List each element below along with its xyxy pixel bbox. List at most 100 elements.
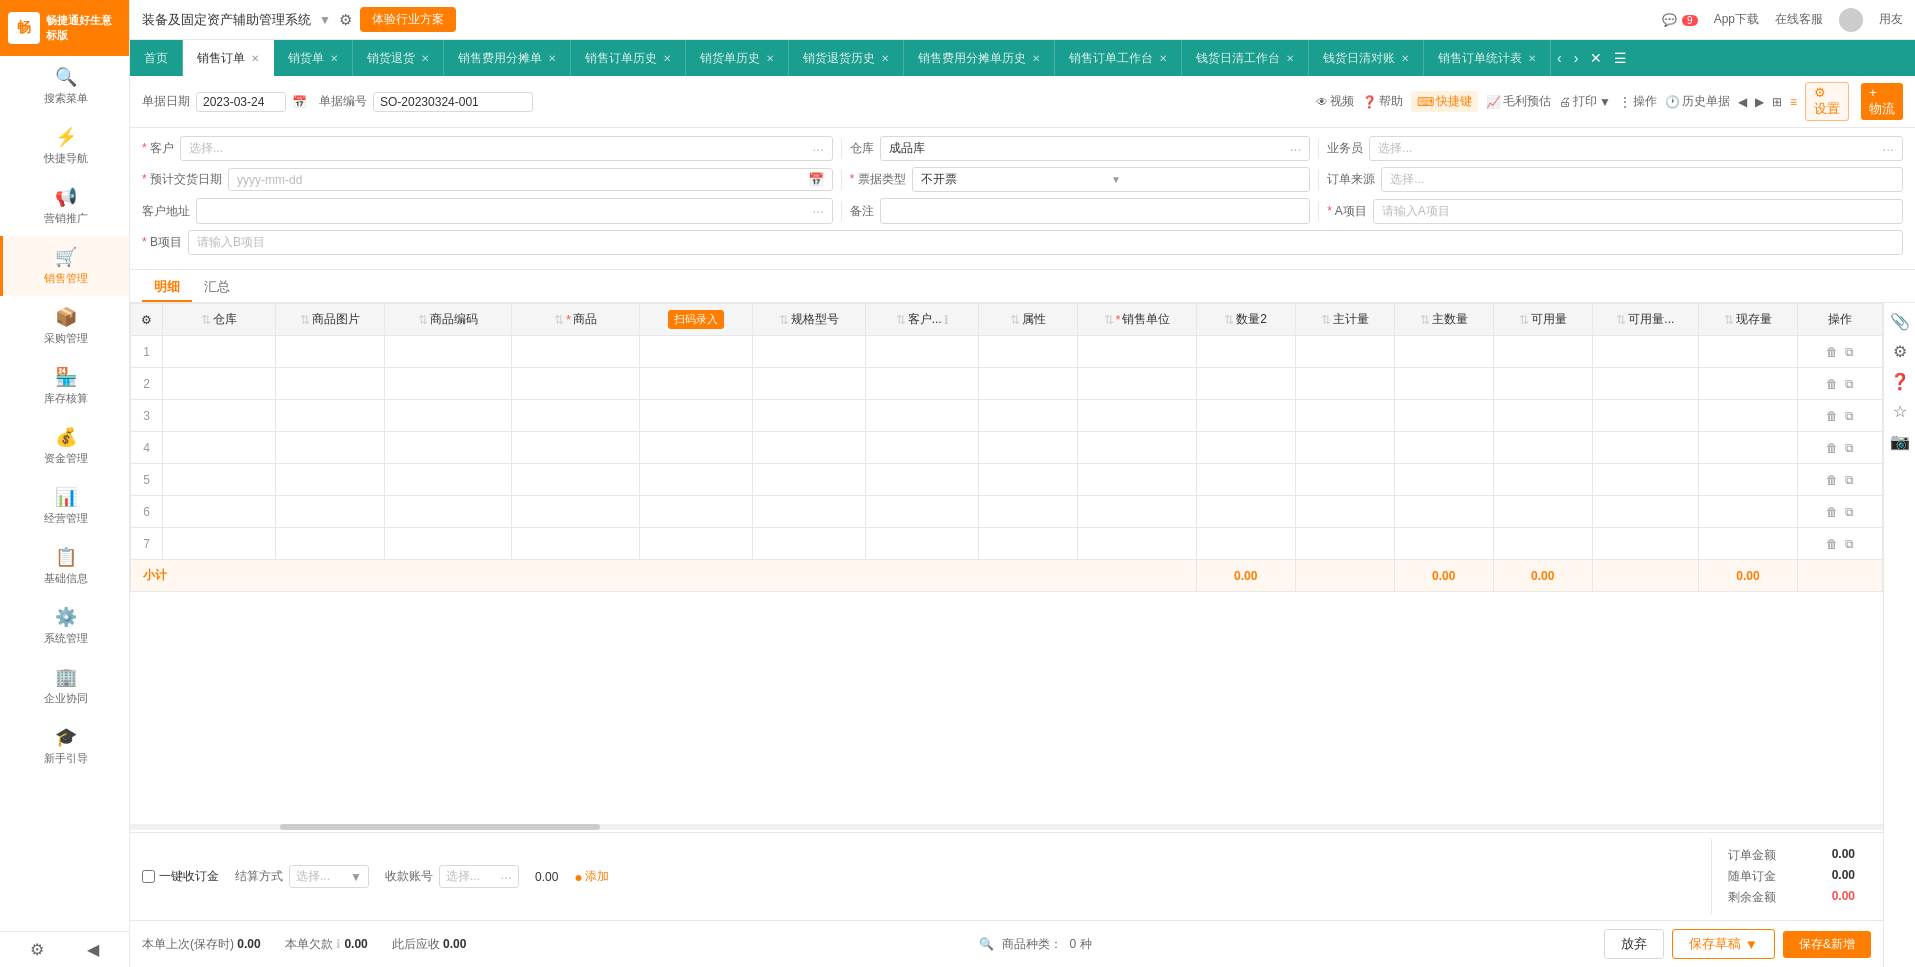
row-5-unit[interactable]	[1078, 464, 1196, 496]
customer-input[interactable]: 选择...	[189, 140, 810, 157]
col-spec[interactable]: ⇅ 规格型号	[752, 304, 865, 336]
row-4-customer-code[interactable]	[866, 432, 979, 464]
nav-next-btn[interactable]: ▶	[1755, 95, 1764, 109]
row-3-customer-code[interactable]	[866, 400, 979, 432]
tab-sales-return-close[interactable]: ✕	[421, 53, 429, 64]
scan-button[interactable]: 扫码录入	[668, 310, 724, 329]
sidebar-item-inventory[interactable]: 🏪 库存核算	[0, 356, 129, 416]
row-7-delete-icon[interactable]: 🗑	[1826, 537, 1838, 551]
row-4-copy-icon[interactable]: ⧉	[1845, 441, 1854, 455]
row-6-copy-icon[interactable]: ⧉	[1845, 505, 1854, 519]
col-settings[interactable]: ⚙	[131, 304, 163, 336]
sidebar-collapse-icon[interactable]: ◀	[87, 940, 99, 959]
row-5-product[interactable]	[512, 464, 639, 496]
order-no-input[interactable]	[373, 92, 533, 112]
tab-close-all-btn[interactable]: ✕	[1584, 50, 1608, 66]
row-2-product[interactable]	[512, 368, 639, 400]
sidebar-settings-icon[interactable]: ⚙	[30, 940, 44, 959]
row-5-spec[interactable]	[752, 464, 865, 496]
tab-summary[interactable]: 汇总	[192, 274, 242, 302]
row-2-spec[interactable]	[752, 368, 865, 400]
account-input[interactable]: 选择...	[446, 868, 498, 885]
message-icon[interactable]: 💬 9	[1662, 13, 1698, 27]
tab-menu-btn[interactable]: ☰	[1608, 50, 1633, 66]
setting-button[interactable]: ⚙ 设置	[1805, 82, 1849, 121]
row-6-attribute[interactable]	[979, 496, 1078, 528]
right-icon-1[interactable]: 📎	[1886, 307, 1914, 335]
date-input[interactable]	[196, 92, 286, 112]
tab-sales-workbench[interactable]: 销售订单工作台 ✕	[1055, 40, 1182, 76]
tab-sales-receipt-history[interactable]: 销货单历史 ✕	[686, 40, 789, 76]
b-project-input[interactable]: 请输入B项目	[197, 234, 1894, 251]
calendar-icon[interactable]: 📅	[292, 95, 307, 109]
sidebar-item-marketing[interactable]: 📢 营销推广	[0, 176, 129, 236]
row-4-delete-icon[interactable]: 🗑	[1826, 441, 1838, 455]
row-5-code[interactable]	[385, 464, 512, 496]
dropdown-icon[interactable]: ▼	[319, 13, 331, 27]
row-1-main-qty[interactable]	[1394, 336, 1493, 368]
row-4-unit[interactable]	[1078, 432, 1196, 464]
nav-prev-btn[interactable]: ◀	[1738, 95, 1747, 109]
order-source-input[interactable]: 选择...	[1390, 171, 1892, 188]
right-icon-4[interactable]: ☆	[1886, 397, 1914, 425]
row-4-attribute[interactable]	[979, 432, 1078, 464]
sidebar-item-quicknav[interactable]: ⚡ 快捷导航	[0, 116, 129, 176]
col-qty2[interactable]: ⇅ 数量2	[1196, 304, 1295, 336]
row-2-code[interactable]	[385, 368, 512, 400]
row-2-unit[interactable]	[1078, 368, 1196, 400]
row-7-warehouse[interactable]	[163, 528, 276, 560]
col-main-qty[interactable]: ⇅ 主数量	[1394, 304, 1493, 336]
add-button[interactable]: ● 添加	[574, 868, 608, 885]
row-7-code[interactable]	[385, 528, 512, 560]
row-6-qty2[interactable]	[1196, 496, 1295, 528]
row-2-customer-code[interactable]	[866, 368, 979, 400]
row-6-warehouse[interactable]	[163, 496, 276, 528]
payment-method-input[interactable]: 选择...	[296, 868, 350, 885]
row-6-spec[interactable]	[752, 496, 865, 528]
row-2-copy-icon[interactable]: ⧉	[1845, 377, 1854, 391]
delivery-input[interactable]: yyyy-mm-dd	[237, 173, 808, 187]
sidebar-item-basic[interactable]: 📋 基础信息	[0, 536, 129, 596]
row-4-main-qty[interactable]	[1394, 432, 1493, 464]
row-5-delete-icon[interactable]: 🗑	[1826, 473, 1838, 487]
row-1-spec[interactable]	[752, 336, 865, 368]
calendar2-icon[interactable]: 📅	[808, 172, 824, 187]
row-3-warehouse[interactable]	[163, 400, 276, 432]
operation-btn[interactable]: ⋮ 操作	[1619, 93, 1657, 110]
col-scan[interactable]: 扫码录入	[639, 304, 752, 336]
tab-sales-workbench-close[interactable]: ✕	[1159, 53, 1167, 64]
row-1-copy-icon[interactable]: ⧉	[1845, 345, 1854, 359]
row-3-spec[interactable]	[752, 400, 865, 432]
tab-sales-expense-history[interactable]: 销售费用分摊单历史 ✕	[904, 40, 1055, 76]
tab-sales-order-summary-close[interactable]: ✕	[1528, 53, 1536, 64]
row-4-code[interactable]	[385, 432, 512, 464]
col-available[interactable]: ⇅ 可用量	[1493, 304, 1592, 336]
col-image[interactable]: ⇅ 商品图片	[276, 304, 385, 336]
row-4-spec[interactable]	[752, 432, 865, 464]
row-5-qty2[interactable]	[1196, 464, 1295, 496]
view-btn[interactable]: 👁 视频	[1316, 93, 1354, 110]
save-draft-button[interactable]: 保存草稿 ▼	[1672, 929, 1775, 959]
col-available2[interactable]: ⇅ 可用量...	[1592, 304, 1698, 336]
invoice-select[interactable]: 不开票 ▼	[912, 167, 1311, 192]
sidebar-item-guide[interactable]: 🎓 新手引导	[0, 716, 129, 776]
row-3-delete-icon[interactable]: 🗑	[1826, 409, 1838, 423]
right-icon-5[interactable]: 📷	[1886, 427, 1914, 455]
sidebar-item-enterprise[interactable]: 🏢 企业协同	[0, 656, 129, 716]
row-7-attribute[interactable]	[979, 528, 1078, 560]
row-7-spec[interactable]	[752, 528, 865, 560]
row-7-unit[interactable]	[1078, 528, 1196, 560]
help-btn[interactable]: ❓ 帮助	[1362, 93, 1403, 110]
address-dots-btn[interactable]: ···	[812, 203, 824, 219]
row-6-delete-icon[interactable]: 🗑	[1826, 505, 1838, 519]
col-stock[interactable]: ⇅ 现存量	[1698, 304, 1797, 336]
row-4-qty2[interactable]	[1196, 432, 1295, 464]
account-dots-btn[interactable]: ···	[500, 869, 512, 885]
discard-button[interactable]: 放弃	[1604, 929, 1664, 959]
tab-sales-return-history-close[interactable]: ✕	[881, 53, 889, 64]
tab-sales-order-history-close[interactable]: ✕	[663, 53, 671, 64]
tab-sales-receipt[interactable]: 销货单 ✕	[274, 40, 353, 76]
horizontal-scrollbar[interactable]	[130, 824, 1883, 830]
tab-sales-order-history[interactable]: 销售订单历史 ✕	[571, 40, 686, 76]
sidebar-item-capital[interactable]: 💰 资金管理	[0, 416, 129, 476]
